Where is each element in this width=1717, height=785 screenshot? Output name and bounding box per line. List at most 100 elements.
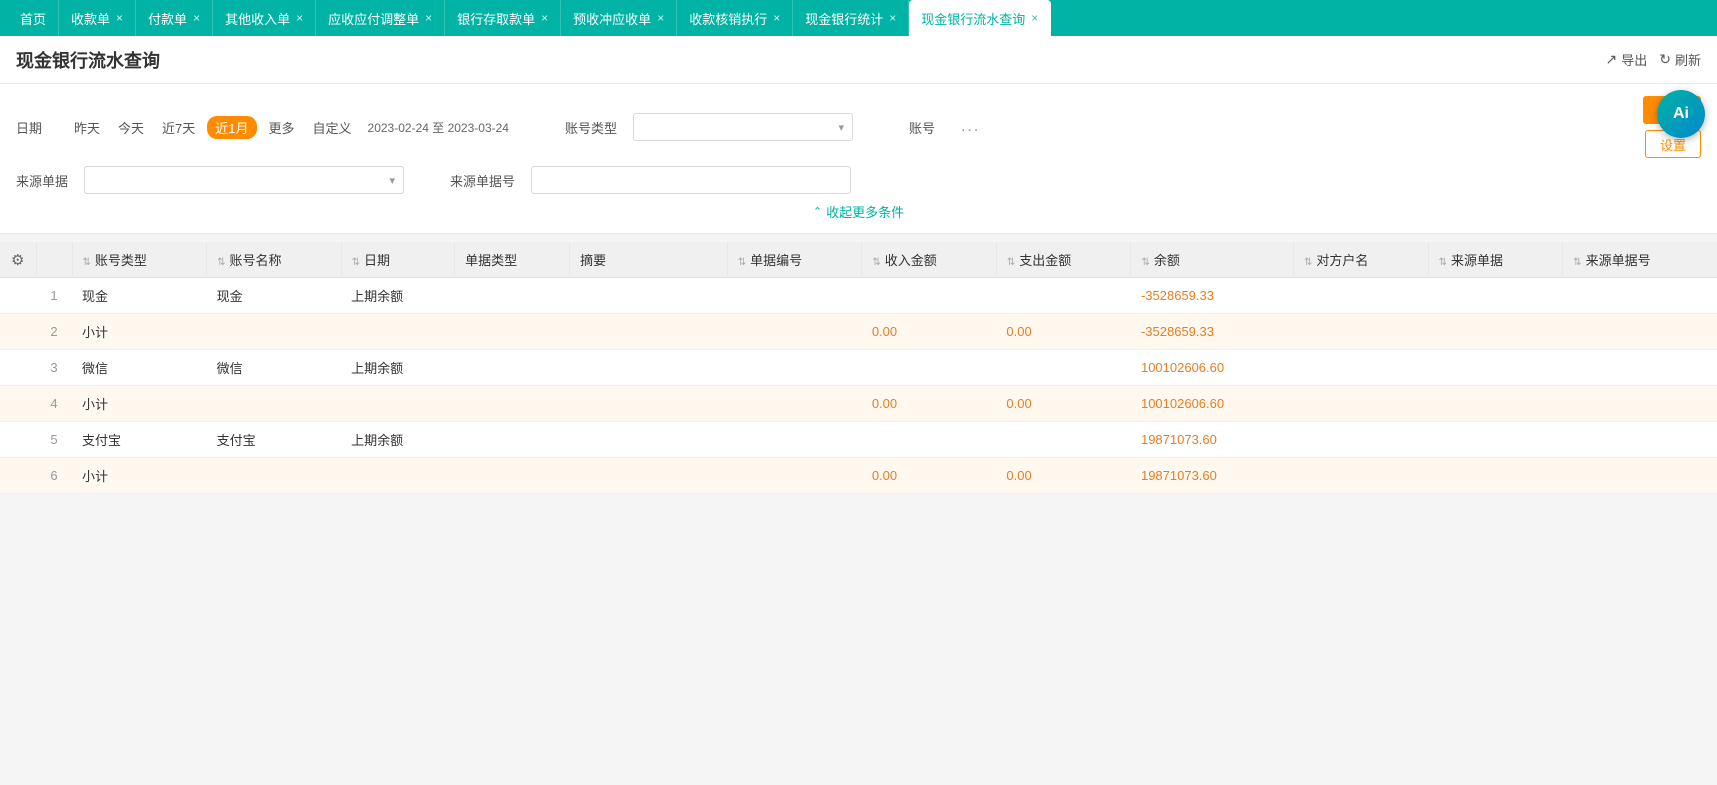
cell-expense xyxy=(996,278,1131,314)
cell-source-doc xyxy=(1428,350,1563,386)
source-doc-label: 来源单据 xyxy=(16,171,68,190)
col-balance[interactable]: ⇅余额 xyxy=(1131,242,1294,278)
nav-close-verification[interactable]: × xyxy=(773,11,780,25)
cell-settings xyxy=(0,422,36,458)
gear-icon[interactable]: ⚙ xyxy=(11,252,24,269)
cell-summary xyxy=(570,458,728,494)
cell-summary xyxy=(570,314,728,350)
page-header: 现金银行流水查询 ↗ 导出 ↻ 刷新 xyxy=(0,36,1717,84)
nav-item-statistics[interactable]: 现金银行统计 × xyxy=(793,0,909,36)
cell-source-doc xyxy=(1428,422,1563,458)
nav-item-adjustment[interactable]: 应收应付调整单 × xyxy=(316,0,445,36)
cell-doc-no xyxy=(727,386,862,422)
nav-item-payments[interactable]: 付款单 × xyxy=(136,0,213,36)
col-date[interactable]: ⇅日期 xyxy=(341,242,454,278)
col-account-type[interactable]: ⇅账号类型 xyxy=(72,242,207,278)
col-source-doc[interactable]: ⇅来源单据 xyxy=(1428,242,1563,278)
cell-expense: 0.00 xyxy=(996,314,1131,350)
col-source-doc-no[interactable]: ⇅来源单据号 xyxy=(1563,242,1717,278)
date-opt-yesterday[interactable]: 昨天 xyxy=(68,116,106,139)
nav-label-other-income: 其他收入单 xyxy=(225,9,290,28)
cell-settings xyxy=(0,278,36,314)
cell-date: 上期余额 xyxy=(341,422,454,458)
cell-doc-type xyxy=(455,314,570,350)
table-row: 1 现金 现金 上期余额 -3528659.33 xyxy=(0,278,1717,314)
col-settings[interactable]: ⚙ xyxy=(0,242,36,278)
nav-close-bank-transfer[interactable]: × xyxy=(541,11,548,25)
source-doc-chevron-icon: ▾ xyxy=(389,174,395,187)
data-table-container: ⚙ ⇅账号类型 ⇅账号名称 ⇅日期 单据类型 摘要 ⇅单据编号 ⇅收入金额 ⇅支… xyxy=(0,242,1717,494)
cell-counterpart xyxy=(1294,422,1429,458)
col-income[interactable]: ⇅收入金额 xyxy=(862,242,997,278)
nav-item-other-income[interactable]: 其他收入单 × xyxy=(213,0,316,36)
data-table: ⚙ ⇅账号类型 ⇅账号名称 ⇅日期 单据类型 摘要 ⇅单据编号 ⇅收入金额 ⇅支… xyxy=(0,242,1717,494)
refresh-button[interactable]: ↻ 刷新 xyxy=(1659,50,1701,69)
cell-row-num: 1 xyxy=(36,278,72,314)
cell-settings xyxy=(0,458,36,494)
source-doc-no-input[interactable] xyxy=(531,166,851,194)
nav-label-payments: 付款单 xyxy=(148,9,187,28)
cell-settings xyxy=(0,314,36,350)
cell-source-doc-no xyxy=(1563,386,1717,422)
nav-item-cashflow[interactable]: 现金银行流水查询 × xyxy=(909,0,1051,36)
ai-assistant-button[interactable]: Ai xyxy=(1657,90,1705,138)
cell-row-num: 4 xyxy=(36,386,72,422)
nav-item-receipts[interactable]: 收款单 × xyxy=(59,0,136,36)
nav-close-payments[interactable]: × xyxy=(193,11,200,25)
cell-source-doc-no xyxy=(1563,278,1717,314)
export-button[interactable]: ↗ 导出 xyxy=(1606,50,1648,69)
refresh-icon: ↻ xyxy=(1659,51,1671,68)
nav-label-bank-transfer: 银行存取款单 xyxy=(457,9,535,28)
col-doc-no[interactable]: ⇅单据编号 xyxy=(727,242,862,278)
cell-account-type: 现金 xyxy=(72,278,207,314)
cell-source-doc-no xyxy=(1563,314,1717,350)
account-dots[interactable]: ... xyxy=(961,118,980,136)
date-filter-label: 日期 xyxy=(16,118,52,137)
nav-label-prepay: 预收冲应收单 xyxy=(573,9,651,28)
col-counterpart[interactable]: ⇅对方户名 xyxy=(1294,242,1429,278)
nav-item-verification[interactable]: 收款核销执行 × xyxy=(677,0,793,36)
nav-close-other-income[interactable]: × xyxy=(296,11,303,25)
cell-account-name xyxy=(207,386,342,422)
cell-date xyxy=(341,386,454,422)
cell-account-type: 小计 xyxy=(72,314,207,350)
nav-close-cashflow[interactable]: × xyxy=(1031,11,1038,25)
table-row: 4 小计 0.00 0.00 100102606.60 xyxy=(0,386,1717,422)
collapse-arrow-icon: ⌃ xyxy=(813,205,822,218)
nav-item-bank-transfer[interactable]: 银行存取款单 × xyxy=(445,0,561,36)
date-opt-more[interactable]: 更多 xyxy=(263,116,301,139)
top-navigation: 首页 收款单 × 付款单 × 其他收入单 × 应收应付调整单 × 银行存取款单 … xyxy=(0,0,1717,36)
col-account-name[interactable]: ⇅账号名称 xyxy=(207,242,342,278)
nav-item-prepay[interactable]: 预收冲应收单 × xyxy=(561,0,677,36)
cell-settings xyxy=(0,386,36,422)
page-title: 现金银行流水查询 xyxy=(16,47,160,73)
cell-doc-type xyxy=(455,278,570,314)
col-row-num xyxy=(36,242,72,278)
date-opt-today[interactable]: 今天 xyxy=(112,116,150,139)
nav-close-prepay[interactable]: × xyxy=(657,11,664,25)
cell-doc-type xyxy=(455,350,570,386)
col-expense[interactable]: ⇅支出金额 xyxy=(996,242,1131,278)
cell-summary xyxy=(570,278,728,314)
table-header: ⚙ ⇅账号类型 ⇅账号名称 ⇅日期 单据类型 摘要 ⇅单据编号 ⇅收入金额 ⇅支… xyxy=(0,242,1717,278)
cell-counterpart xyxy=(1294,386,1429,422)
cell-balance: 19871073.60 xyxy=(1131,458,1294,494)
nav-item-home[interactable]: 首页 xyxy=(8,0,59,36)
nav-label-receipts: 收款单 xyxy=(71,9,110,28)
date-opt-1month[interactable]: 近1月 xyxy=(207,116,256,139)
source-doc-select[interactable]: ▾ xyxy=(84,166,404,194)
cell-account-name: 现金 xyxy=(207,278,342,314)
nav-close-receipts[interactable]: × xyxy=(116,11,123,25)
nav-close-statistics[interactable]: × xyxy=(889,11,896,25)
date-opt-7days[interactable]: 近7天 xyxy=(156,116,201,139)
cell-source-doc-no xyxy=(1563,350,1717,386)
date-opt-custom[interactable]: 自定义 xyxy=(307,116,358,139)
nav-close-adjustment[interactable]: × xyxy=(425,11,432,25)
collapse-bar[interactable]: ⌃ 收起更多条件 xyxy=(16,202,1701,221)
account-type-chevron-icon: ▾ xyxy=(838,121,844,134)
cell-account-type: 小计 xyxy=(72,386,207,422)
cell-income xyxy=(862,350,997,386)
account-type-select[interactable]: ▾ xyxy=(633,113,853,141)
cell-summary xyxy=(570,386,728,422)
cell-row-num: 3 xyxy=(36,350,72,386)
